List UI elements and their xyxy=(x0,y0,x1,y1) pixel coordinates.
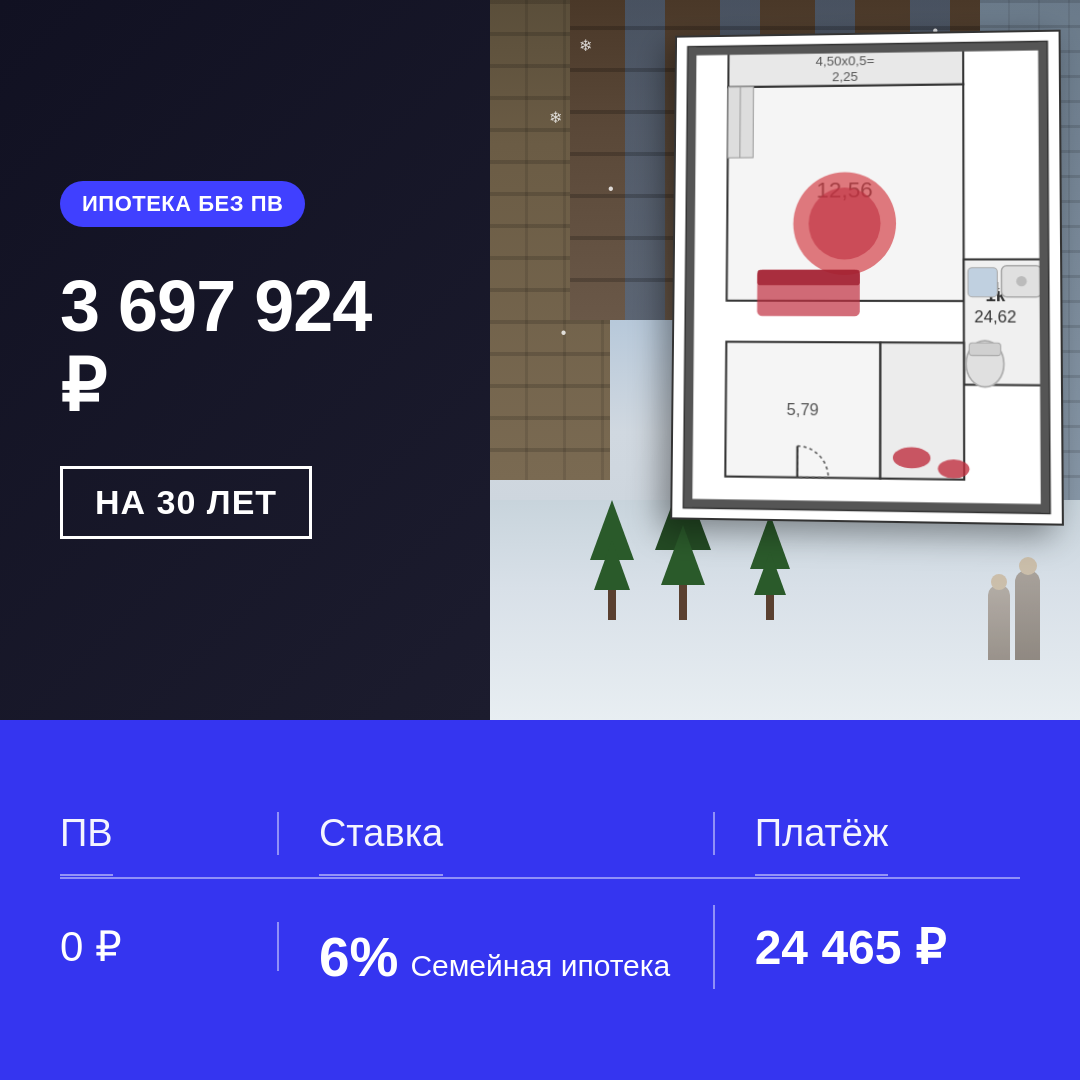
svg-rect-23 xyxy=(968,268,997,297)
col-stavka-header: Ставка xyxy=(319,812,443,876)
bottom-section: ПВ Ставка Платёж 0 ₽ 6% Семейная ипотека xyxy=(0,720,1080,1080)
tree-3 xyxy=(750,514,790,620)
mortgage-badge: ИПОТЕКА БЕЗ ПВ xyxy=(60,181,305,227)
svg-point-22 xyxy=(1016,276,1027,286)
col-pv-header: ПВ xyxy=(60,812,113,876)
col-pv-value: 0 ₽ xyxy=(60,903,122,970)
svg-rect-16 xyxy=(757,270,860,285)
svg-text:5,79: 5,79 xyxy=(787,399,819,418)
tree-1 xyxy=(590,500,634,620)
svg-text:24,62: 24,62 xyxy=(974,307,1016,326)
price-value: 3 697 924 ₽ xyxy=(60,267,430,425)
floorplan-container: 4,50x0,5= 2,25 12,56 1к 24,62 4,02 5,79 xyxy=(670,30,1064,526)
people-silhouette xyxy=(970,540,1050,660)
stavka-row: 6% Семейная ипотека xyxy=(319,905,673,989)
right-image-panel: ❄ • ❄ • ❄ • ❄ • ❄ • ❄ xyxy=(490,0,1080,720)
term-box: НА 30 ЛЕТ xyxy=(60,466,312,539)
stavka-label: Семейная ипотека xyxy=(410,949,670,983)
svg-rect-20 xyxy=(969,343,1001,356)
left-panel: ИПОТЕКА БЕЗ ПВ 3 697 924 ₽ НА 30 ЛЕТ xyxy=(0,0,490,720)
svg-text:4,50x0,5=: 4,50x0,5= xyxy=(816,53,875,69)
col-platezh-header: Платёж xyxy=(755,812,889,876)
col-platezh-value: 24 465 ₽ xyxy=(755,901,946,974)
top-section: ИПОТЕКА БЕЗ ПВ 3 697 924 ₽ НА 30 ЛЕТ xyxy=(0,0,1080,720)
svg-point-14 xyxy=(808,187,880,259)
svg-line-18 xyxy=(740,87,741,158)
stavka-percent: 6% xyxy=(319,925,399,989)
svg-text:2,25: 2,25 xyxy=(832,68,858,83)
floorplan-svg: 4,50x0,5= 2,25 12,56 1к 24,62 4,02 5,79 xyxy=(672,32,1062,524)
main-container: ИПОТЕКА БЕЗ ПВ 3 697 924 ₽ НА 30 ЛЕТ xyxy=(0,0,1080,1080)
info-table: ПВ Ставка Платёж 0 ₽ 6% Семейная ипотека xyxy=(60,812,1020,989)
